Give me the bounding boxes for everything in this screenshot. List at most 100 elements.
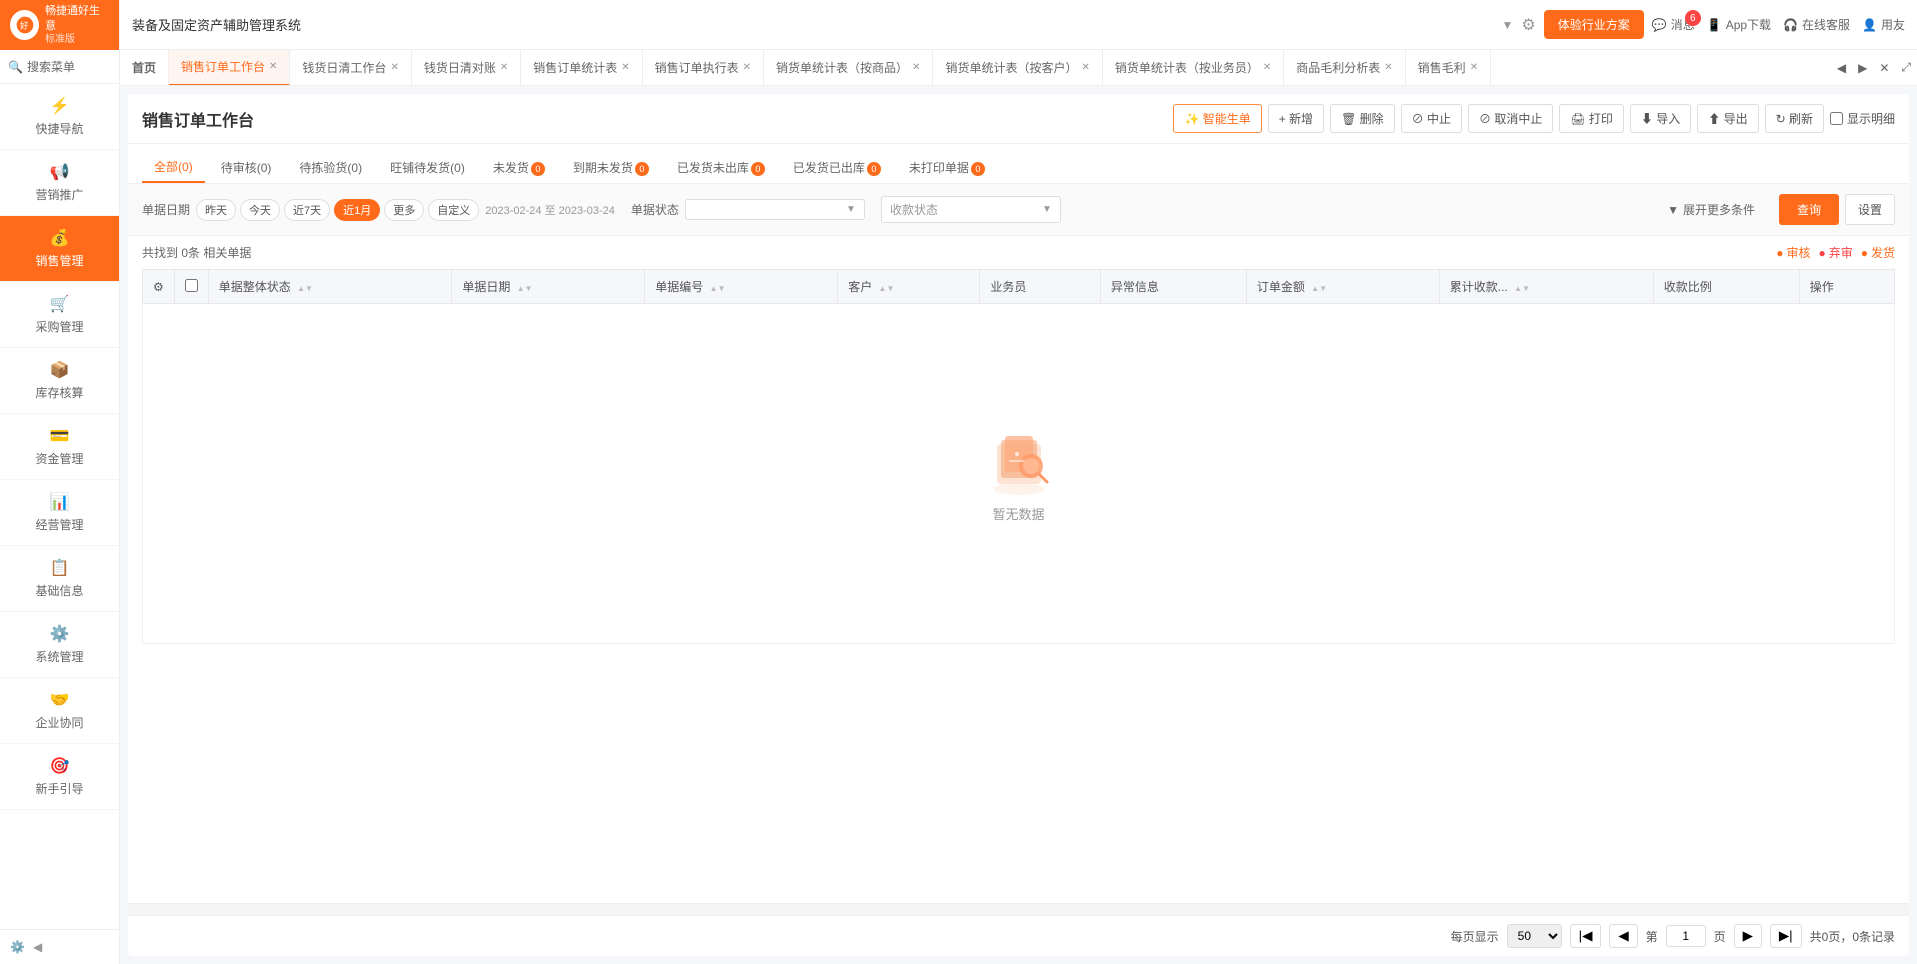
th-amount: 订单金额 ▲▼ xyxy=(1246,270,1439,304)
tab-sales-stats[interactable]: 销售订单统计表 ✕ xyxy=(521,50,642,86)
subtab-wangpu[interactable]: 旺铺待发货(0) xyxy=(378,153,477,182)
tab-scroll-right[interactable]: ▶ xyxy=(1852,50,1873,86)
subtab-not-shipped[interactable]: 未发货0 xyxy=(481,153,557,182)
page-size-select[interactable]: 50 100 200 xyxy=(1507,924,1562,948)
experience-button[interactable]: 体验行业方案 xyxy=(1544,10,1644,39)
review-button[interactable]: ● 审核 xyxy=(1776,244,1810,261)
sidebar-item-sales[interactable]: 💰 销售管理 xyxy=(0,216,119,282)
sidebar-item-quicknav[interactable]: ⚡ 快捷导航 xyxy=(0,84,119,150)
tab-sales-workbench[interactable]: 销售订单工作台 ✕ xyxy=(169,50,290,86)
smart-order-button[interactable]: ✨ 智能生单 xyxy=(1173,104,1261,133)
subtab-not-printed[interactable]: 未打印单据0 xyxy=(897,153,997,182)
tab-sales-stats-close[interactable]: ✕ xyxy=(621,62,629,73)
page-next-btn[interactable]: ▶ xyxy=(1734,924,1762,948)
subtab-pending-review[interactable]: 待审核(0) xyxy=(209,153,284,182)
query-button[interactable]: 查询 xyxy=(1779,194,1839,225)
show-detail-input[interactable] xyxy=(1830,112,1843,125)
tab-cargo-customer-close[interactable]: ✕ xyxy=(1081,62,1089,73)
cancel-stop-button[interactable]: ⊘ 取消中止 xyxy=(1468,104,1553,133)
collapse-icon[interactable]: ◀ xyxy=(33,940,42,954)
delete-button[interactable]: 🗑 删除 xyxy=(1330,104,1395,133)
tab-sales-profit-close[interactable]: ✕ xyxy=(1470,62,1478,73)
tab-cargo-stats-product[interactable]: 销货单统计表（按商品） ✕ xyxy=(764,50,933,86)
tab-cash-goods-close[interactable]: ✕ xyxy=(500,62,508,73)
date-sort[interactable]: ▲▼ xyxy=(517,284,533,293)
expand-filters[interactable]: ▼ 展开更多条件 xyxy=(1667,201,1755,218)
tab-scroll-left[interactable]: ◀ xyxy=(1831,50,1852,86)
date-btn-custom[interactable]: 自定义 xyxy=(428,199,479,221)
tab-cargo-stats-salesman[interactable]: 销货单统计表（按业务员） ✕ xyxy=(1103,50,1284,86)
page-last-btn[interactable]: ▶| xyxy=(1770,924,1802,948)
date-btn-more[interactable]: 更多 xyxy=(384,199,424,221)
customer-sort[interactable]: ▲▼ xyxy=(879,284,895,293)
page-input[interactable] xyxy=(1666,925,1706,947)
subtab-pending-inspect[interactable]: 待拣验货(0) xyxy=(287,153,374,182)
tab-sales-profit[interactable]: 销售毛利 ✕ xyxy=(1406,50,1491,86)
tab-sales-workbench-close[interactable]: ✕ xyxy=(269,61,277,72)
date-btn-yesterday[interactable]: 昨天 xyxy=(196,199,236,221)
sub-tabs: 全部(0) 待审核(0) 待拣验货(0) 旺铺待发货(0) 未发货0 xyxy=(128,144,1909,184)
export-button[interactable]: ⬆ 导出 xyxy=(1697,104,1758,133)
subtab-all[interactable]: 全部(0) xyxy=(142,152,205,183)
toolbar: ✨ 智能生单 + 新增 🗑 删除 ⊘ 中止 ⊘ 取消中止 🖨 打印 ⬇ 导入 ⬆… xyxy=(1173,104,1895,133)
payment-select[interactable]: 收款状态 ▼ xyxy=(881,196,1061,223)
subtab-overdue-not-shipped[interactable]: 到期未发货0 xyxy=(561,153,661,182)
subtab-shipped-not-in[interactable]: 已发货未出库0 xyxy=(665,153,777,182)
sidebar-item-inventory[interactable]: 📦 库存核算 xyxy=(0,348,119,414)
print-button[interactable]: 🖨 打印 xyxy=(1559,104,1624,133)
user-menu[interactable]: 👤 用友 xyxy=(1862,16,1905,33)
top-header: 装备及固定资产辅助管理系统 ▼ ⚙ 体验行业方案 💬 6 消息 📱 App下载 … xyxy=(120,0,1917,50)
table-summary: 共找到 0条 相关单据 ● 审核 ● 弃审 ● xyxy=(142,236,1895,269)
app-download-button[interactable]: 📱 App下载 xyxy=(1707,16,1771,33)
tab-home[interactable]: 首页 xyxy=(120,50,169,86)
status-sort[interactable]: ▲▼ xyxy=(297,284,313,293)
show-detail-checkbox[interactable]: 显示明细 xyxy=(1830,110,1895,127)
sidebar-item-operation[interactable]: 📊 经营管理 xyxy=(0,480,119,546)
date-btn-today[interactable]: 今天 xyxy=(240,199,280,221)
tab-sales-execute-close[interactable]: ✕ xyxy=(743,62,751,73)
tab-cash-clearing-close[interactable]: ✕ xyxy=(390,62,398,73)
table-action-buttons: ● 审核 ● 弃审 ● 发货 xyxy=(1776,244,1895,261)
page-first-btn[interactable]: |◀ xyxy=(1570,924,1602,948)
bottom-scrollbar[interactable] xyxy=(128,903,1909,915)
sidebar-item-guide[interactable]: 🎯 新手引导 xyxy=(0,744,119,810)
th-checkbox xyxy=(174,270,208,304)
refresh-button[interactable]: ↻ 刷新 xyxy=(1765,104,1824,133)
sidebar-item-enterprise[interactable]: 🤝 企业协同 xyxy=(0,678,119,744)
date-btn-7days[interactable]: 近7天 xyxy=(284,199,330,221)
tab-cargo-salesman-close[interactable]: ✕ xyxy=(1263,62,1271,73)
sidebar-item-system[interactable]: ⚙️ 系统管理 xyxy=(0,612,119,678)
tab-cash-goods[interactable]: 钱货日清对账 ✕ xyxy=(412,50,521,86)
tab-cargo-stats-customer[interactable]: 销货单统计表（按客户） ✕ xyxy=(933,50,1102,86)
search-menu[interactable]: 🔍 搜索菜单 xyxy=(0,50,119,84)
add-button[interactable]: + 新增 xyxy=(1268,104,1324,133)
sidebar-item-finance[interactable]: 💳 资金管理 xyxy=(0,414,119,480)
subtab-shipped-in[interactable]: 已发货已出库0 xyxy=(781,153,893,182)
tab-gross-profit[interactable]: 商品毛利分析表 ✕ xyxy=(1284,50,1405,86)
tab-cash-clearing[interactable]: 钱货日清工作台 ✕ xyxy=(290,50,411,86)
online-service-button[interactable]: 🎧 在线客服 xyxy=(1783,16,1850,33)
settings-icon[interactable]: ⚙️ xyxy=(10,940,25,954)
sidebar-item-purchase[interactable]: 🛒 采购管理 xyxy=(0,282,119,348)
select-all-checkbox[interactable] xyxy=(185,279,198,292)
stop-button[interactable]: ⊘ 中止 xyxy=(1401,104,1462,133)
abandon-review-button[interactable]: ● 弃审 xyxy=(1818,244,1852,261)
message-button[interactable]: 💬 6 消息 xyxy=(1652,16,1695,33)
settings-gear-icon[interactable]: ⚙ xyxy=(1521,15,1535,35)
import-button[interactable]: ⬇ 导入 xyxy=(1630,104,1691,133)
tab-cargo-product-close[interactable]: ✕ xyxy=(912,62,920,73)
tab-close-all[interactable]: ✕ xyxy=(1873,50,1895,86)
date-btn-1month[interactable]: 近1月 xyxy=(334,199,380,221)
sidebar-item-basic[interactable]: 📋 基础信息 xyxy=(0,546,119,612)
amount-sort[interactable]: ▲▼ xyxy=(1311,284,1327,293)
number-sort[interactable]: ▲▼ xyxy=(710,284,726,293)
status-select[interactable]: ▼ xyxy=(685,199,865,220)
tab-gross-profit-close[interactable]: ✕ xyxy=(1384,62,1392,73)
tab-sales-execute[interactable]: 销售订单执行表 ✕ xyxy=(643,50,764,86)
page-prev-btn[interactable]: ◀ xyxy=(1609,924,1637,948)
sidebar-item-marketing[interactable]: 📢 营销推广 xyxy=(0,150,119,216)
received-sort[interactable]: ▲▼ xyxy=(1514,284,1530,293)
set-button[interactable]: 设置 xyxy=(1845,194,1895,225)
tab-maximize[interactable]: ⤢ xyxy=(1895,50,1917,86)
ship-button[interactable]: ● 发货 xyxy=(1861,244,1895,261)
